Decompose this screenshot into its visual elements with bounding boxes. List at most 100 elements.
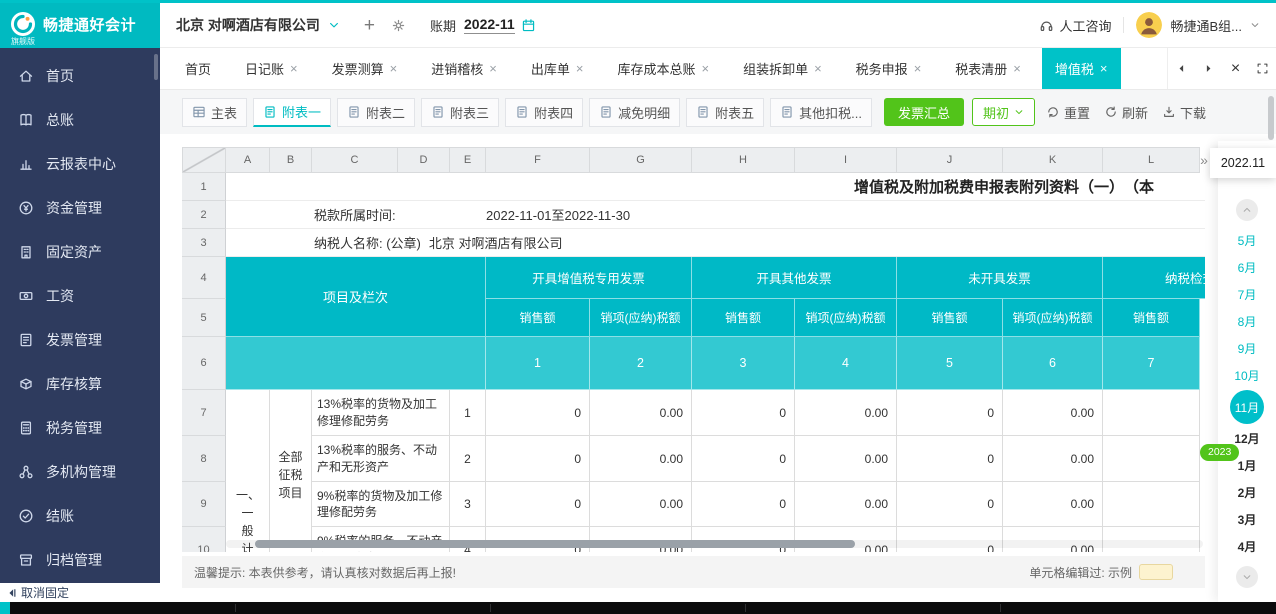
sidebar-item-payroll[interactable]: 工资 (0, 274, 160, 318)
consult-button[interactable]: 人工咨询 (1039, 16, 1111, 35)
add-icon[interactable]: + (364, 16, 375, 35)
subtab-schedule-5[interactable]: 附表五 (686, 97, 765, 127)
row-header-5[interactable]: 5 (182, 299, 226, 337)
select-all-corner[interactable] (182, 147, 226, 173)
value-cell[interactable]: 0 (897, 482, 1003, 527)
close-icon[interactable]: × (701, 62, 709, 75)
row-header-7[interactable]: 7 (182, 390, 226, 436)
opening-period-button[interactable]: 期初 (971, 98, 1035, 126)
tab-purchase-sale-audit[interactable]: 进销稽核 × (418, 48, 510, 89)
close-icon[interactable]: × (290, 62, 298, 75)
taxpayer-row[interactable]: 纳税人名称: (公章) 北京 对啊酒店有限公司 (226, 229, 1205, 257)
column-header-F[interactable]: F (486, 147, 590, 173)
value-cell[interactable] (1103, 390, 1200, 436)
item-cell[interactable]: 13%税率的服务、不动产和无形资产 (312, 436, 450, 482)
value-cell[interactable] (1103, 436, 1200, 482)
sidebar-item-multi-org[interactable]: 多机构管理 (0, 450, 160, 494)
user-name[interactable]: 畅捷通B组... (1170, 16, 1242, 35)
value-cell[interactable]: 0 (486, 436, 590, 482)
tab-home[interactable]: 首页 (172, 48, 224, 89)
row-header-8[interactable]: 8 (182, 436, 226, 482)
column-header-G[interactable]: G (590, 147, 692, 173)
download-button[interactable]: 下载 (1162, 103, 1206, 122)
tab-outbound-order[interactable]: 出库单 × (518, 48, 597, 89)
close-icon[interactable]: × (576, 62, 584, 75)
column-header-B[interactable]: B (270, 147, 312, 173)
vertical-scrollbar-thumb[interactable] (1268, 96, 1274, 140)
item-cell[interactable]: 9%税率的货物及加工修理修配劳务 (312, 482, 450, 527)
sidebar-item-tax-management[interactable]: 税务管理 (0, 406, 160, 450)
month-item-11[interactable]: 11月 (1218, 389, 1276, 425)
item-cell[interactable]: 13%税率的货物及加工修理修配劳务 (312, 390, 450, 436)
company-name[interactable]: 北京 对啊酒店有限公司 (176, 15, 320, 35)
value-cell[interactable]: 0.00 (590, 436, 692, 482)
row-header-3[interactable]: 3 (182, 229, 226, 257)
value-cell[interactable]: 0.00 (1003, 482, 1103, 527)
column-header-I[interactable]: I (795, 147, 897, 173)
unpin-sidebar-button[interactable]: 取消固定 (0, 583, 160, 602)
sidebar-item-fixed-assets[interactable]: 固定资产 (0, 230, 160, 274)
row-header-1[interactable]: 1 (182, 173, 226, 201)
value-cell[interactable]: 0 (486, 482, 590, 527)
subtab-schedule-4[interactable]: 附表四 (505, 97, 584, 127)
value-cell[interactable]: 0.00 (795, 436, 897, 482)
value-cell[interactable] (1103, 482, 1200, 527)
tax-period-row[interactable]: 税款所属时间: 2022-11-01至2022-11-30 (226, 201, 1205, 229)
close-icon[interactable]: × (814, 62, 822, 75)
row-subgroup-cell[interactable]: 全部征税项目 (270, 390, 312, 552)
sidebar-item-invoice-management[interactable]: 发票管理 (0, 318, 160, 362)
value-cell[interactable]: 0 (692, 390, 795, 436)
tab-tax-filing[interactable]: 税务申报 × (843, 48, 935, 89)
value-cell[interactable]: 0.00 (1003, 390, 1103, 436)
month-item-4[interactable]: 4月 (1218, 533, 1276, 560)
reset-button[interactable]: 重置 (1046, 103, 1090, 122)
value-cell[interactable]: 0 (897, 436, 1003, 482)
tab-vat[interactable]: 增值税 × (1041, 48, 1121, 89)
close-icon[interactable]: × (1100, 62, 1108, 75)
line-number-cell[interactable]: 3 (450, 482, 486, 527)
tab-journal[interactable]: 日记账 × (232, 48, 311, 89)
horizontal-scrollbar-thumb[interactable] (255, 540, 855, 548)
scroll-tabs-right-button[interactable] (1195, 48, 1222, 89)
month-item-1[interactable]: 1月 2023 (1200, 444, 1276, 479)
line-number-cell[interactable]: 2 (450, 436, 486, 482)
fullscreen-button[interactable] (1249, 48, 1276, 89)
column-header-J[interactable]: J (897, 147, 1003, 173)
row-header-2[interactable]: 2 (182, 201, 226, 229)
scroll-months-down-button[interactable] (1236, 566, 1258, 588)
row-group-cell[interactable]: 一、一般计税 (226, 390, 270, 552)
month-item-8[interactable]: 8月 (1218, 308, 1276, 335)
company-switcher-chevron-icon[interactable] (328, 19, 340, 31)
subtab-other-deduction[interactable]: 其他扣税... (770, 97, 872, 127)
value-cell[interactable]: 0.00 (1003, 436, 1103, 482)
sidebar-item-archive[interactable]: 归档管理 (0, 538, 160, 582)
month-item-7[interactable]: 7月 (1218, 281, 1276, 308)
tab-assembly-order[interactable]: 组装拆卸单 × (730, 48, 835, 89)
month-item-5[interactable]: 5月 (1218, 227, 1276, 254)
sidebar-item-general-ledger[interactable]: 总账 (0, 98, 160, 142)
sheet-title-row[interactable]: 增值税及附加税费申报表附列资料（一） （本 (226, 173, 1205, 201)
sidebar-item-closing[interactable]: 结账 (0, 494, 160, 538)
collapse-month-panel-button[interactable]: » (1196, 150, 1212, 170)
value-cell[interactable]: 0 (897, 390, 1003, 436)
month-item-3[interactable]: 3月 (1218, 506, 1276, 533)
month-item-10[interactable]: 10月 (1218, 362, 1276, 389)
close-icon[interactable]: × (914, 62, 922, 75)
column-header-K[interactable]: K (1003, 147, 1103, 173)
month-item-9[interactable]: 9月 (1218, 335, 1276, 362)
close-icon[interactable]: × (390, 62, 398, 75)
value-cell[interactable]: 0 (486, 390, 590, 436)
close-tab-button[interactable]: × (1222, 48, 1249, 89)
subtab-main-sheet[interactable]: 主表 (182, 97, 248, 127)
column-header-D[interactable]: D (398, 147, 450, 173)
row-header-10[interactable]: 10 (182, 527, 226, 552)
value-cell[interactable]: 0 (692, 482, 795, 527)
value-cell[interactable]: 0 (692, 436, 795, 482)
sidebar-item-funds[interactable]: 资金管理 (0, 186, 160, 230)
column-header-C[interactable]: C (312, 147, 398, 173)
sidebar-scrollbar-thumb[interactable] (154, 54, 158, 80)
subtab-schedule-3[interactable]: 附表三 (421, 97, 500, 127)
subtab-schedule-2[interactable]: 附表二 (337, 97, 416, 127)
scroll-months-up-button[interactable] (1236, 199, 1258, 221)
value-cell[interactable]: 0.00 (590, 390, 692, 436)
